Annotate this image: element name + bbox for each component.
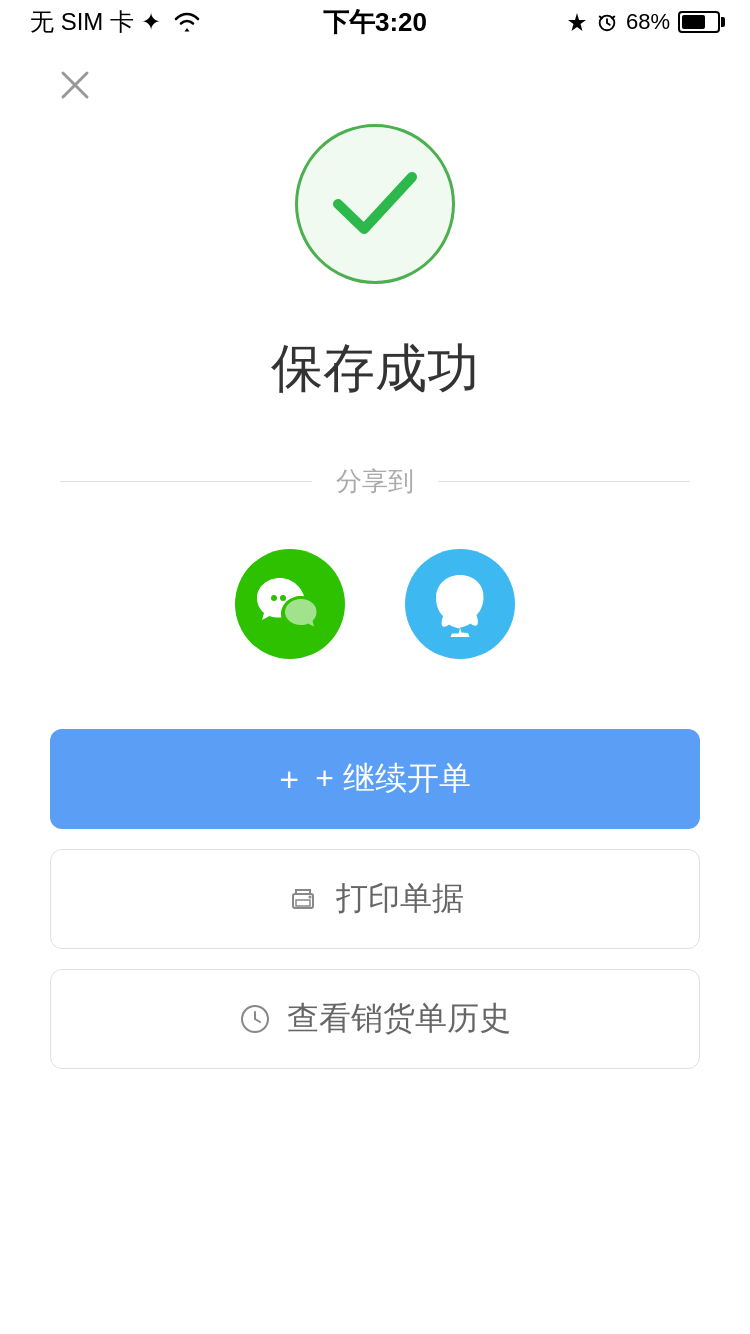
sim-status: 无 SIM 卡 ✦ [30, 6, 161, 38]
history-label: 查看销货单历史 [287, 997, 511, 1041]
battery-icon [678, 11, 720, 33]
share-icons [235, 549, 515, 659]
share-divider: 分享到 [0, 464, 750, 499]
svg-rect-6 [296, 900, 310, 906]
battery-percentage: 68% [626, 9, 670, 35]
divider-right [438, 481, 690, 482]
wifi-icon [171, 10, 203, 34]
qq-icon [431, 572, 489, 637]
svg-point-4 [280, 595, 286, 601]
plus-icon: + [279, 760, 299, 799]
wechat-icon [255, 574, 325, 634]
main-content: 保存成功 分享到 + + 继续开单 [0, 44, 750, 1069]
divider-left [60, 481, 312, 482]
history-icon [239, 1003, 271, 1035]
svg-point-3 [271, 595, 277, 601]
success-title: 保存成功 [271, 334, 479, 404]
alarm-icon [596, 11, 618, 33]
status-bar: 无 SIM 卡 ✦ 下午3:20 68% [0, 0, 750, 44]
share-label: 分享到 [312, 464, 438, 499]
svg-point-7 [309, 896, 312, 899]
qq-share-button[interactable] [405, 549, 515, 659]
checkmark-icon [330, 169, 420, 239]
action-buttons: + + 继续开单 打印单据 查看销货单历史 [0, 729, 750, 1069]
close-icon [57, 67, 93, 103]
wechat-share-button[interactable] [235, 549, 345, 659]
continue-order-label: + 继续开单 [315, 757, 471, 801]
close-button[interactable] [50, 60, 100, 110]
print-icon [286, 882, 320, 916]
print-button[interactable]: 打印单据 [50, 849, 700, 949]
status-left: 无 SIM 卡 ✦ [30, 6, 203, 38]
success-circle [295, 124, 455, 284]
status-time: 下午3:20 [323, 5, 427, 40]
continue-order-button[interactable]: + + 继续开单 [50, 729, 700, 829]
print-label: 打印单据 [336, 877, 464, 921]
location-icon [566, 11, 588, 33]
history-button[interactable]: 查看销货单历史 [50, 969, 700, 1069]
status-right: 68% [566, 9, 720, 35]
